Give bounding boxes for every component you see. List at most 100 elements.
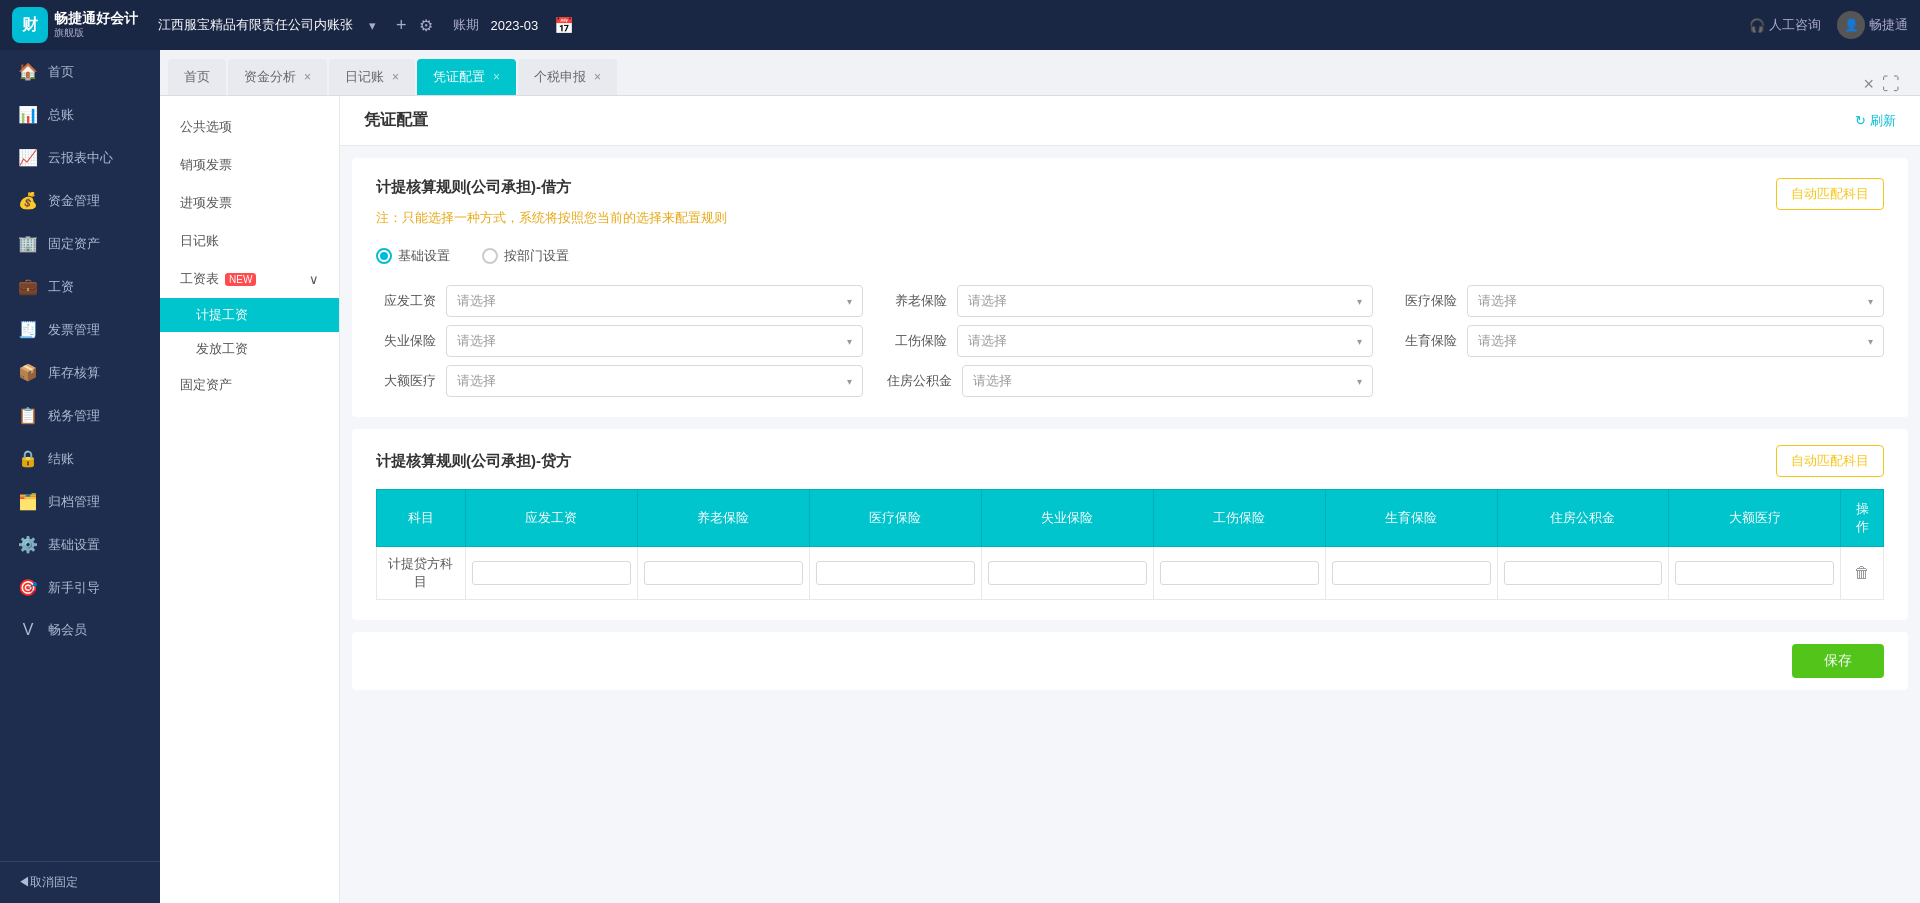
company-dropdown-icon[interactable]: ▾ [369,18,376,33]
sidebar-item-inventory[interactable]: 📦 库存核算 [0,351,160,394]
left-nav-accrual-salary[interactable]: 计提工资 [160,298,339,332]
sidebar-label-inventory: 库存核算 [48,364,100,382]
td-medical-input[interactable] [809,547,981,600]
left-nav-payroll-table[interactable]: 工资表 NEW ∨ [160,260,339,298]
debit-auto-match-button[interactable]: 自动匹配科目 [1776,178,1884,210]
left-nav-payroll-table-label: 工资表 [180,270,219,288]
left-nav-sales-invoice[interactable]: 销项发票 [160,146,339,184]
tab-tax-report-label: 个税申报 [534,68,586,86]
td-injury-input[interactable] [1153,547,1325,600]
field-housing-fund-select[interactable]: 请选择 ▾ [962,365,1374,397]
field-large-medical: 大额医疗 请选择 ▾ [376,365,863,397]
input-injury[interactable] [1160,561,1319,585]
input-unemployment[interactable] [988,561,1147,585]
field-pension-select[interactable]: 请选择 ▾ [957,285,1374,317]
td-large-medical-input[interactable] [1669,547,1841,600]
cancel-fixed-button[interactable]: ◀取消固定 [0,861,160,903]
consult-button[interactable]: 🎧 人工咨询 [1749,16,1821,34]
sidebar-item-invoice[interactable]: 🧾 发票管理 [0,308,160,351]
td-salary-input[interactable] [465,547,637,600]
page-header: 凭证配置 ↻ 刷新 [340,96,1920,146]
logo-icon: 财 [12,7,48,43]
tabbar: 首页 资金分析 × 日记账 × 凭证配置 × 个税申报 × × ⛶ [160,50,1920,96]
input-housing[interactable] [1504,561,1663,585]
left-nav-pay-salary[interactable]: 发放工资 [160,332,339,366]
field-injury: 工伤保险 请选择 ▾ [887,325,1374,357]
tab-journal[interactable]: 日记账 × [329,59,415,95]
headset-icon: 🎧 [1749,18,1765,33]
sidebar-label-basic: 基础设置 [48,536,100,554]
tab-tax-report-close[interactable]: × [594,70,601,84]
field-large-medical-arrow: ▾ [847,376,852,387]
tab-voucher-config[interactable]: 凭证配置 × [417,59,516,95]
td-pension-input[interactable] [637,547,809,600]
settings-icon[interactable]: ⚙ [419,16,433,35]
td-birth-input[interactable] [1325,547,1497,600]
sidebar-item-tax[interactable]: 📋 税务管理 [0,394,160,437]
sidebar-item-home[interactable]: 🏠 首页 [0,50,160,93]
tab-capital-analysis[interactable]: 资金分析 × [228,59,327,95]
input-salary[interactable] [472,561,631,585]
sidebar-bottom: ◀取消固定 [0,861,160,903]
input-medical[interactable] [816,561,975,585]
radio-basic-setup[interactable]: 基础设置 [376,247,450,265]
sidebar-item-vip[interactable]: V 畅会员 [0,609,160,651]
add-button[interactable]: + [396,15,407,36]
field-salary-label: 应发工资 [376,292,436,310]
window-expand-icon[interactable]: ⛶ [1882,74,1900,95]
topbar: 财 畅捷通好会计 旗舰版 江西服宝精品有限责任公司内账张 ▾ + ⚙ 账期 20… [0,0,1920,50]
th-injury: 工伤保险 [1153,490,1325,547]
sidebar-item-basic[interactable]: ⚙️ 基础设置 [0,523,160,566]
user-menu[interactable]: 👤 畅捷通 [1837,11,1908,39]
sidebar-item-salary[interactable]: 💼 工资 [0,265,160,308]
table-header-row: 科目 应发工资 养老保险 医疗保险 失业保险 工伤保险 生育保险 住房公积金 大… [377,490,1884,547]
archive-icon: 🗂️ [18,492,38,511]
window-close-icon[interactable]: × [1863,74,1874,95]
sidebar-item-close[interactable]: 🔒 结账 [0,437,160,480]
sidebar-item-archive[interactable]: 🗂️ 归档管理 [0,480,160,523]
field-housing-fund: 住房公积金 请选择 ▾ [887,365,1374,397]
new-badge: NEW [225,273,256,286]
sidebar-item-asset[interactable]: 🏢 固定资产 [0,222,160,265]
field-unemployment-placeholder: 请选择 [457,332,496,350]
sidebar-label-salary: 工资 [48,278,74,296]
vip-icon: V [18,621,38,639]
input-pension[interactable] [644,561,803,585]
sidebar-item-capital[interactable]: 💰 资金管理 [0,179,160,222]
radio-department-setup[interactable]: 按部门设置 [482,247,569,265]
tab-voucher-config-close[interactable]: × [493,70,500,84]
save-button[interactable]: 保存 [1792,644,1884,678]
debit-radio-group: 基础设置 按部门设置 [376,247,1884,265]
td-housing-input[interactable] [1497,547,1669,600]
tab-tax-report[interactable]: 个税申报 × [518,59,617,95]
topbar-right: 🎧 人工咨询 👤 畅捷通 [1749,11,1908,39]
th-housing: 住房公积金 [1497,490,1669,547]
company-name: 江西服宝精品有限责任公司内账张 [158,16,353,34]
input-large-medical[interactable] [1675,561,1834,585]
td-unemployment-input[interactable] [981,547,1153,600]
left-nav-purchase-invoice[interactable]: 进项发票 [160,184,339,222]
refresh-button[interactable]: ↻ 刷新 [1855,112,1896,130]
field-unemployment-select[interactable]: 请选择 ▾ [446,325,863,357]
calendar-icon[interactable]: 📅 [554,16,574,35]
field-birth-select[interactable]: 请选择 ▾ [1467,325,1884,357]
sidebar-item-report[interactable]: 📈 云报表中心 [0,136,160,179]
td-delete[interactable]: 🗑 [1841,547,1884,600]
delete-icon[interactable]: 🗑 [1854,564,1870,581]
left-nav-journal[interactable]: 日记账 [160,222,339,260]
field-large-medical-select[interactable]: 请选择 ▾ [446,365,863,397]
sidebar-item-ledger[interactable]: 📊 总账 [0,93,160,136]
field-injury-select[interactable]: 请选择 ▾ [957,325,1374,357]
left-nav-fixed-asset[interactable]: 固定资产 [160,366,339,404]
left-nav-public-options[interactable]: 公共选项 [160,108,339,146]
sidebar-item-guide[interactable]: 🎯 新手引导 [0,566,160,609]
credit-auto-match-button[interactable]: 自动匹配科目 [1776,445,1884,477]
field-medical-select[interactable]: 请选择 ▾ [1467,285,1884,317]
field-injury-arrow: ▾ [1357,336,1362,347]
field-pension-label: 养老保险 [887,292,947,310]
input-birth[interactable] [1332,561,1491,585]
tab-journal-close[interactable]: × [392,70,399,84]
field-salary-select[interactable]: 请选择 ▾ [446,285,863,317]
tab-capital-analysis-close[interactable]: × [304,70,311,84]
tab-home[interactable]: 首页 [168,59,226,95]
